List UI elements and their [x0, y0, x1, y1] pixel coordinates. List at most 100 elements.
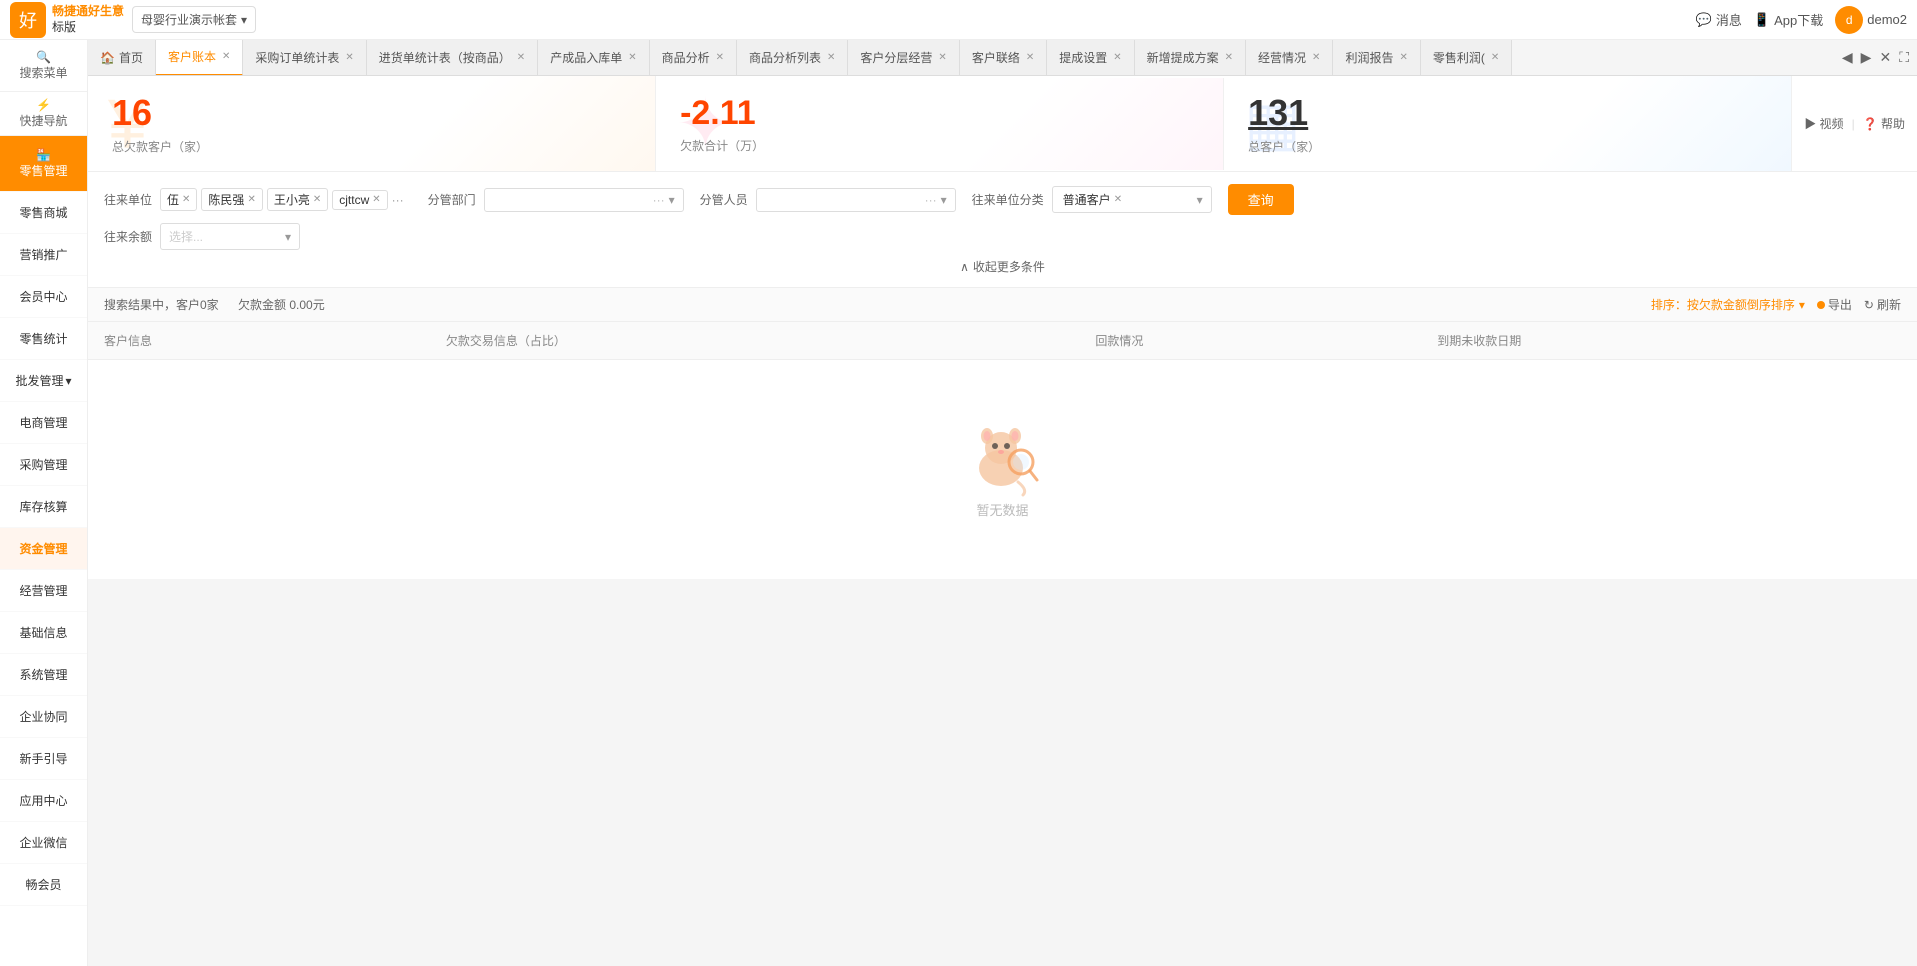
stat-label-total: 总客户（家） — [1248, 138, 1320, 155]
collapse-button[interactable]: ∧ 收起更多条件 — [960, 258, 1045, 275]
sidebar-item-inventory[interactable]: 库存核算 — [0, 486, 87, 528]
sidebar-item-marketing[interactable]: 营销推广 — [0, 234, 87, 276]
sidebar-item-wholesale[interactable]: 批发管理 ▾ — [0, 360, 87, 402]
person-arrow-icon: ▾ — [941, 193, 947, 207]
empty-state-label: 暂无数据 — [976, 500, 1028, 519]
close-tab-production[interactable]: ✕ — [628, 52, 636, 63]
tab-purchase-order-stats[interactable]: 采购订单统计表 ✕ — [243, 40, 366, 76]
stat-actions: ▶ 视频 | ❓ 帮助 — [1792, 103, 1917, 144]
close-tab-commission[interactable]: ✕ — [1113, 52, 1121, 63]
main-wrapper: 🔍 搜索菜单 ⚡ 快捷导航 🏪 零售管理 零售商城 营销推广 会员中心 零售统计… — [0, 40, 1917, 966]
sidebar-item-member2[interactable]: 畅会员 — [0, 864, 87, 906]
tab-maximize-button[interactable]: ⛶ — [1897, 47, 1911, 68]
tab-next-button[interactable]: ▶ — [1859, 47, 1874, 68]
col-due-date: 到期未收款日期 — [1421, 322, 1917, 360]
tab-new-commission[interactable]: 新增提成方案 ✕ — [1135, 40, 1246, 76]
export-button[interactable]: 导出 — [1817, 296, 1852, 313]
sidebar-item-retail-shop[interactable]: 零售商城 — [0, 192, 87, 234]
close-tab-incoming[interactable]: ✕ — [517, 52, 525, 63]
tab-close-all-button[interactable]: ✕ — [1877, 47, 1893, 68]
close-tab-purchase[interactable]: ✕ — [345, 52, 353, 63]
tab-profit-report[interactable]: 利润报告 ✕ — [1333, 40, 1420, 76]
result-summary: 搜索结果中，客户0家 欠款金额 0.00元 — [104, 296, 325, 313]
balance-arrow-icon: ▾ — [285, 230, 291, 244]
tab-commission-settings[interactable]: 提成设置 ✕ — [1047, 40, 1134, 76]
dept-select[interactable]: ··· ▾ — [484, 188, 684, 212]
remove-unit3-button[interactable]: ✕ — [313, 194, 321, 205]
chevron-down-icon: ▾ — [241, 13, 247, 27]
refresh-button[interactable]: ↻ 刷新 — [1864, 296, 1901, 313]
tab-prev-button[interactable]: ◀ — [1840, 47, 1855, 68]
close-tab-layered[interactable]: ✕ — [938, 52, 946, 63]
close-tab-customer-ledger[interactable]: ✕ — [222, 51, 230, 62]
sidebar-item-purchase[interactable]: 采购管理 — [0, 444, 87, 486]
tab-product-analysis-list[interactable]: 商品分析列表 ✕ — [737, 40, 848, 76]
refresh-icon: ↻ — [1864, 298, 1874, 312]
help-button[interactable]: ❓ 帮助 — [1863, 115, 1905, 132]
tab-product-analysis[interactable]: 商品分析 ✕ — [650, 40, 737, 76]
sidebar-item-basic-info[interactable]: 基础信息 — [0, 612, 87, 654]
dept-more-icon: ··· — [653, 193, 665, 207]
more-units-button[interactable]: ··· — [392, 193, 404, 207]
tab-bar: 🏠 首页 客户账本 ✕ 采购订单统计表 ✕ 进货单统计表（按商品） ✕ 产成品入… — [88, 40, 1917, 76]
logo-main: 畅捷通好生意 — [52, 4, 124, 20]
chevron-icon: ▾ — [65, 374, 71, 388]
balance-select[interactable]: 选择... ▾ — [160, 223, 300, 250]
sidebar-item-finance[interactable]: 资金管理 — [0, 528, 87, 570]
workspace-selector[interactable]: 母婴行业演示帐套 ▾ — [132, 6, 256, 33]
query-button[interactable]: 查询 — [1228, 184, 1294, 215]
filter-tag-unit3[interactable]: 王小亮 ✕ — [267, 188, 328, 211]
sidebar-item-retail-stats[interactable]: 零售统计 — [0, 318, 87, 360]
tab-home[interactable]: 🏠 首页 — [88, 40, 156, 76]
close-tab-analysis[interactable]: ✕ — [716, 52, 724, 63]
sidebar-quick-nav[interactable]: ⚡ 快捷导航 — [0, 92, 87, 136]
video-button[interactable]: ▶ 视频 — [1804, 115, 1843, 132]
sidebar-item-guide[interactable]: 新手引导 — [0, 738, 87, 780]
help-icon: ❓ — [1863, 117, 1878, 131]
unit-filter-label: 往来单位 — [104, 191, 152, 208]
remove-unit1-button[interactable]: ✕ — [182, 194, 190, 205]
top-bar-left: 好 畅捷通好生意 标版 母婴行业演示帐套 ▾ — [10, 2, 256, 38]
remove-unit4-button[interactable]: ✕ — [372, 194, 380, 205]
filter-tag-unit2[interactable]: 陈民强 ✕ — [201, 188, 262, 211]
close-tab-new-commission[interactable]: ✕ — [1225, 52, 1233, 63]
sidebar-item-system[interactable]: 系统管理 — [0, 654, 87, 696]
message-button[interactable]: 💬 消息 — [1696, 10, 1742, 29]
sidebar-item-enterprise[interactable]: 企业协同 — [0, 696, 87, 738]
stat-number-customers: 16 — [112, 92, 152, 134]
tab-production-entry[interactable]: 产成品入库单 ✕ — [538, 40, 649, 76]
sidebar-item-retail-management[interactable]: 🏪 零售管理 — [0, 136, 87, 192]
tab-customer-layered[interactable]: 客户分层经营 ✕ — [848, 40, 959, 76]
sidebar-search[interactable]: 🔍 搜索菜单 — [0, 40, 87, 92]
person-select[interactable]: ··· ▾ — [756, 188, 956, 212]
category-select[interactable]: 普通客户 ✕ ▾ — [1052, 186, 1212, 213]
col-customer-info: 客户信息 — [88, 322, 430, 360]
close-tab-profit[interactable]: ✕ — [1399, 52, 1407, 63]
close-tab-ops[interactable]: ✕ — [1312, 52, 1320, 63]
tab-operations[interactable]: 经营情况 ✕ — [1246, 40, 1333, 76]
filter-tag-unit1[interactable]: 伍 ✕ — [160, 188, 197, 211]
sidebar-item-wechat[interactable]: 企业微信 — [0, 822, 87, 864]
sidebar-item-app-center[interactable]: 应用中心 — [0, 780, 87, 822]
filter-tag-unit4[interactable]: cjttcw ✕ — [332, 190, 387, 210]
user-avatar-button[interactable]: d demo2 — [1835, 6, 1907, 34]
sort-select[interactable]: 排序：按欠款金额倒序排序 ▾ — [1651, 296, 1805, 313]
tab-retail-profit[interactable]: 零售利润( ✕ — [1421, 40, 1512, 76]
close-tab-contact[interactable]: ✕ — [1026, 52, 1034, 63]
app-download-button[interactable]: 📱 App下载 — [1754, 10, 1823, 29]
sidebar-item-operations[interactable]: 经营管理 — [0, 570, 87, 612]
tab-customer-contact[interactable]: 客户联络 ✕ — [960, 40, 1047, 76]
person-filter-label: 分管人员 — [700, 191, 748, 208]
close-tab-retail-profit[interactable]: ✕ — [1491, 52, 1499, 63]
sidebar-item-ecommerce[interactable]: 电商管理 — [0, 402, 87, 444]
remove-category-button[interactable]: ✕ — [1114, 194, 1122, 205]
tab-incoming-stats[interactable]: 进货单统计表（按商品） ✕ — [367, 40, 538, 76]
close-tab-analysis-list[interactable]: ✕ — [827, 52, 835, 63]
remove-unit2-button[interactable]: ✕ — [247, 194, 255, 205]
sidebar-item-member[interactable]: 会员中心 — [0, 276, 87, 318]
logo-area: 好 畅捷通好生意 标版 — [10, 2, 124, 38]
sort-label: 排序：按欠款金额倒序排序 — [1651, 296, 1795, 313]
tab-customer-ledger[interactable]: 客户账本 ✕ — [156, 40, 243, 76]
logo-text: 畅捷通好生意 标版 — [52, 4, 124, 35]
download-icon: 📱 — [1754, 12, 1770, 28]
